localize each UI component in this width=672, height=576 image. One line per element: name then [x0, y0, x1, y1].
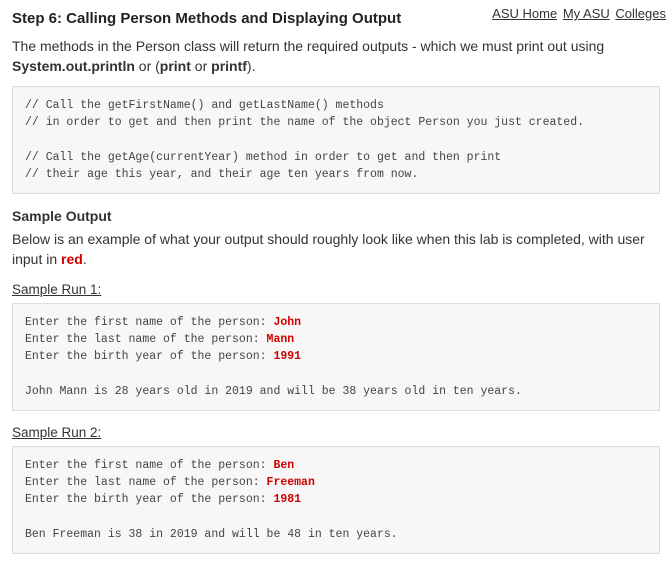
sample-run-1-label: Sample Run 1: [12, 282, 660, 297]
intro-text-pre: The methods in the Person class will ret… [12, 38, 604, 54]
run2-line3: Enter the birth year of the person: 1981 [25, 491, 647, 508]
run2-prompt2: Enter the last name of the person: [25, 476, 267, 489]
sample-run-2-box: Enter the first name of the person: Ben … [12, 446, 660, 554]
run1-prompt1: Enter the first name of the person: [25, 316, 273, 329]
intro-bold-printf: printf [211, 58, 247, 74]
below-text-pre: Below is an example of what your output … [12, 231, 645, 267]
run2-prompt3: Enter the birth year of the person: [25, 493, 273, 506]
code-comments-box: // Call the getFirstName() and getLastNa… [12, 86, 660, 194]
run2-input2: Freeman [267, 476, 315, 489]
top-nav: ASU Home My ASU Colleges [490, 6, 666, 21]
run1-input3: 1991 [273, 350, 301, 363]
run1-prompt3: Enter the birth year of the person: [25, 350, 273, 363]
run2-input3: 1981 [273, 493, 301, 506]
sample-run-2-label: Sample Run 2: [12, 425, 660, 440]
run2-blank [25, 509, 647, 526]
run2-summary: Ben Freeman is 38 in 2019 and will be 48… [25, 526, 647, 543]
nav-my-asu[interactable]: My ASU [563, 6, 610, 21]
below-paragraph: Below is an example of what your output … [12, 230, 660, 269]
run2-input1: Ben [273, 459, 294, 472]
intro-text-post: ). [247, 58, 256, 74]
run1-input1: John [273, 316, 301, 329]
run1-summary: John Mann is 28 years old in 2019 and wi… [25, 383, 647, 400]
intro-bold-print: print [160, 58, 191, 74]
below-text-post: . [83, 251, 87, 267]
sample-output-heading: Sample Output [12, 208, 660, 224]
run1-line2: Enter the last name of the person: Mann [25, 331, 647, 348]
intro-text-mid1: or ( [135, 58, 160, 74]
run1-input2: Mann [267, 333, 295, 346]
nav-asu-home[interactable]: ASU Home [492, 6, 557, 21]
nav-colleges[interactable]: Colleges [615, 6, 666, 21]
run1-line1: Enter the first name of the person: John [25, 314, 647, 331]
sample-run-1-box: Enter the first name of the person: John… [12, 303, 660, 411]
intro-text-mid2: or [191, 58, 211, 74]
run1-blank [25, 365, 647, 382]
run1-line3: Enter the birth year of the person: 1991 [25, 348, 647, 365]
run1-prompt2: Enter the last name of the person: [25, 333, 267, 346]
intro-paragraph: The methods in the Person class will ret… [12, 37, 660, 76]
run2-line2: Enter the last name of the person: Freem… [25, 474, 647, 491]
below-red-word: red [61, 251, 83, 267]
run2-line1: Enter the first name of the person: Ben [25, 457, 647, 474]
intro-bold-println: System.out.println [12, 58, 135, 74]
run2-prompt1: Enter the first name of the person: [25, 459, 273, 472]
